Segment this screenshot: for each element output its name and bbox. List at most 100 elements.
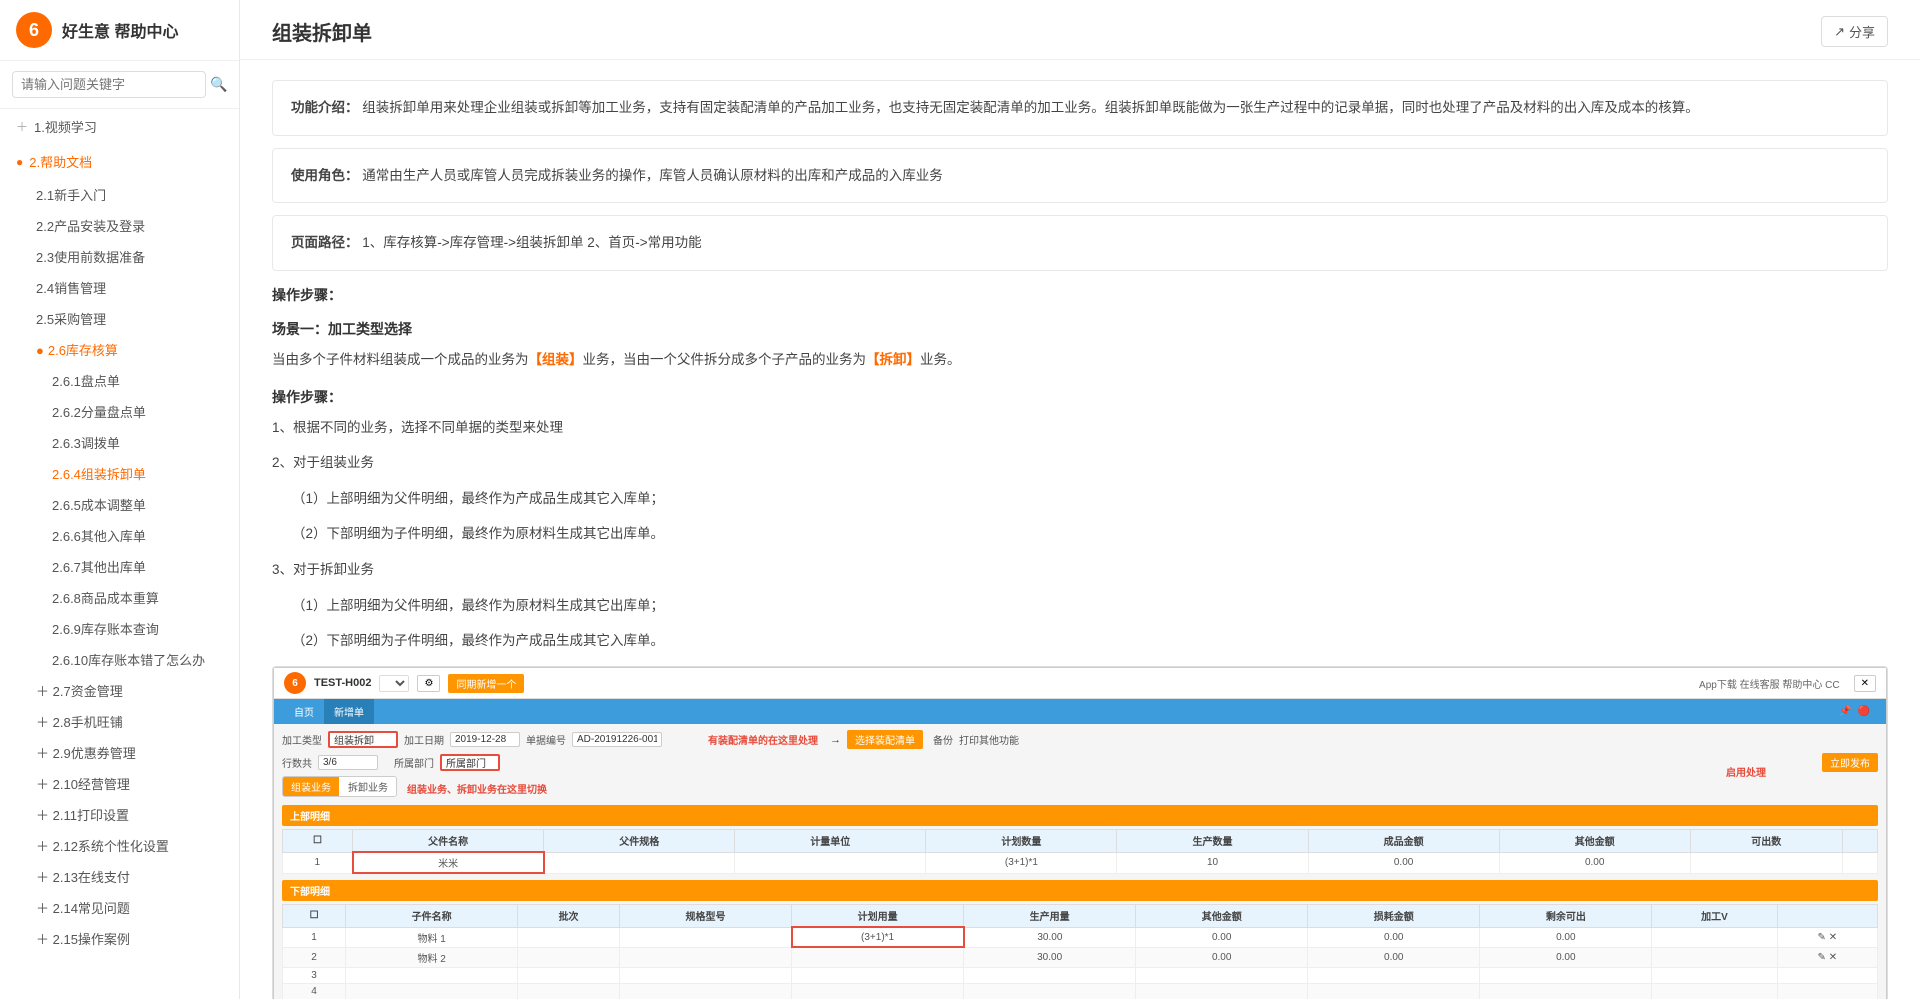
- sidebar-item-2-6-5[interactable]: 2.6.5成本调整单: [0, 489, 239, 520]
- erp-extra2: 打印其他功能: [959, 732, 1019, 747]
- plus-icon-2-12: ＋: [36, 839, 53, 854]
- sidebar-item-2-6-1[interactable]: 2.6.1盘点单: [0, 365, 239, 396]
- sidebar-item-2-6[interactable]: ●2.6库存核算: [0, 334, 239, 365]
- erp-bottom-section: 下部明细 ☐ 子件名称 批次 规格型号 计划用量 生产用量: [282, 880, 1878, 999]
- erp-nav: 自页 新增单 📌 🔴: [274, 699, 1886, 724]
- erp-new-period-btn[interactable]: 同期新增一个: [448, 674, 524, 693]
- erp-topbar-right: App下载 在线客服 帮助中心 CC: [1699, 676, 1840, 691]
- plus-icon-2-8: ＋: [36, 715, 53, 730]
- steps-title: 操作步骤：: [272, 285, 1888, 305]
- search-button[interactable]: 🔍: [210, 76, 227, 93]
- role-text: 通常由生产人员或库管人员完成拆装业务的操作，库管人员确认原材料的出库和产成品的入…: [362, 168, 943, 183]
- erp-td-plan-qty: (3+1)*1: [926, 852, 1117, 873]
- scene1-title: 场景一：加工类型选择: [272, 319, 1888, 339]
- erp-bth-other-amt: 其他金额: [1136, 905, 1308, 928]
- sidebar-item-2-6-8[interactable]: 2.6.8商品成本重算: [0, 582, 239, 613]
- share-icon: ↗: [1834, 24, 1845, 40]
- erp-nav-new[interactable]: 新增单: [324, 699, 374, 724]
- sidebar-item-2-9[interactable]: ＋ 2.9优惠券管理: [0, 737, 239, 768]
- path-text: 1、库存核算->库存管理->组装拆卸单 2、首页->常用功能: [362, 235, 701, 250]
- erp-bth-avail-out: 剩余可出: [1480, 905, 1652, 928]
- app-title: 好生意 帮助中心: [62, 18, 178, 42]
- erp-bth-plan-use: 计划用量: [792, 905, 964, 928]
- erp-dept-input[interactable]: [440, 754, 500, 771]
- erp-th-unit: 计量单位: [735, 830, 926, 853]
- erp-rows-input[interactable]: [318, 755, 378, 770]
- erp-refresh-btn[interactable]: ⚙: [417, 675, 440, 692]
- plus-icon-2-10: ＋: [36, 777, 53, 792]
- sidebar-item-2[interactable]: ● 2.帮助文档: [0, 144, 239, 179]
- erp-bth-prod-use: 生产用量: [964, 905, 1136, 928]
- erp-td-parent-name: 米米: [353, 852, 544, 873]
- share-button[interactable]: ↗ 分享: [1821, 16, 1888, 47]
- step3-2: （2）下部明细为子件明细，最终作为产成品生成其它入库单。: [292, 628, 1888, 654]
- erp-confirm-btn[interactable]: 立即发布: [1822, 753, 1878, 772]
- erp-type-label: 加工类型: [282, 732, 322, 747]
- nav-section: ＋ 1.视频学习 ● 2.帮助文档 2.1新手入门 2.2产品安装及登录 2.3…: [0, 109, 239, 954]
- sidebar-item-2-2[interactable]: 2.2产品安装及登录: [0, 210, 239, 241]
- sidebar-item-2-6-6[interactable]: 2.6.6其他入库单: [0, 520, 239, 551]
- erp-segment-row: 组装业务 拆卸业务 组装业务、拆卸业务在这里切换: [282, 776, 1878, 801]
- sidebar-item-2-5[interactable]: 2.5采购管理: [0, 303, 239, 334]
- erp-company-select[interactable]: [379, 675, 409, 692]
- function-intro-block: 功能介绍： 组装拆卸单用来处理企业组装或拆卸等加工业务，支持有固定装配清单的产品…: [272, 80, 1888, 136]
- sidebar-item-2-6-10[interactable]: 2.6.10库存账本错了怎么办: [0, 644, 239, 675]
- sidebar-item-2-14[interactable]: ＋ 2.14常见问题: [0, 892, 239, 923]
- erp-segment-disassemble[interactable]: 拆卸业务: [340, 777, 396, 796]
- plus-icon-2-15: ＋: [36, 932, 53, 947]
- erp-td-avail-out: [1690, 852, 1842, 873]
- search-input[interactable]: [12, 71, 206, 98]
- erp-td-prod-qty: 10: [1117, 852, 1308, 873]
- sidebar-item-2-6-4[interactable]: 2.6.4组装拆卸单: [0, 458, 239, 489]
- path-block: 页面路径： 1、库存核算->库存管理->组装拆卸单 2、首页->常用功能: [272, 215, 1888, 271]
- sidebar-item-2-4[interactable]: 2.4销售管理: [0, 272, 239, 303]
- erp-close-btn[interactable]: ✕: [1854, 675, 1876, 692]
- erp-extra1: 备份: [933, 732, 953, 747]
- sidebar-item-2-6-9[interactable]: 2.6.9库存账本查询: [0, 613, 239, 644]
- sidebar-item-2-7[interactable]: ＋ 2.7资金管理: [0, 675, 239, 706]
- sidebar: 6 好生意 帮助中心 🔍 ＋ 1.视频学习 ● 2.帮助文档 2.1新手入门 2…: [0, 0, 240, 999]
- erp-bottom-row-2: 2 物料 2 30.00 0.00 0.00 0.00: [283, 947, 1878, 967]
- erp-bth-spec: 规格型号: [619, 905, 791, 928]
- function-intro-label: 功能介绍：: [291, 100, 359, 115]
- erp-form-row-1: 加工类型 加工日期 单据编号 有装配清单的在这里处理 → 选择装配清单 备份 打…: [282, 730, 1878, 749]
- step3-details: （1）上部明细为父件明细，最终作为原材料生成其它出库单； （2）下部明细为子件明…: [272, 593, 1888, 654]
- erp-td-unit: [735, 852, 926, 873]
- erp-nav-home[interactable]: 自页: [284, 699, 324, 724]
- erp-doc-label: 单据编号: [526, 732, 566, 747]
- erp-type-input[interactable]: [328, 731, 398, 748]
- erp-arrow-right: →: [830, 734, 841, 746]
- erp-top-table: ☐ 父件名称 父件规格 计量单位 计划数量 生产数量 成品金额 其他金额 可出数: [282, 829, 1878, 874]
- erp-th-parent-spec: 父件规格: [544, 830, 735, 853]
- sidebar-item-2-6-2[interactable]: 2.6.2分量盘点单: [0, 396, 239, 427]
- erp-th-prod-amt: 成品金额: [1308, 830, 1499, 853]
- sidebar-item-2-6-7[interactable]: 2.6.7其他出库单: [0, 551, 239, 582]
- sidebar-item-2-13[interactable]: ＋ 2.13在线支付: [0, 861, 239, 892]
- plus-icon-2-11: ＋: [36, 808, 53, 823]
- erp-segment-assemble[interactable]: 组装业务: [283, 777, 339, 796]
- sidebar-item-2-12[interactable]: ＋ 2.12系统个性化设置: [0, 830, 239, 861]
- erp-nav-icon-2: 🔴: [1858, 706, 1870, 717]
- sidebar-item-2-10[interactable]: ＋ 2.10经营管理: [0, 768, 239, 799]
- erp-bottom-row-1: 1 物料 1 (3+1)*1 30.00 0.00 0.00 0.00: [283, 927, 1878, 947]
- erp-bom-btn[interactable]: 选择装配清单: [847, 730, 923, 749]
- sidebar-item-1[interactable]: ＋ 1.视频学习: [0, 109, 239, 144]
- plus-icon: ＋: [16, 118, 28, 135]
- erp-doc-input[interactable]: [572, 732, 662, 747]
- sidebar-item-2-3[interactable]: 2.3使用前数据准备: [0, 241, 239, 272]
- erp-td-parent-spec: [544, 852, 735, 873]
- main-content: 组装拆卸单 ↗ 分享 功能介绍： 组装拆卸单用来处理企业组装或拆卸等加工业务，支…: [240, 0, 1920, 999]
- erp-bottom-row-3: 3: [283, 967, 1878, 983]
- sidebar-item-2-1[interactable]: 2.1新手入门: [0, 179, 239, 210]
- sidebar-item-2-15[interactable]: ＋ 2.15操作案例: [0, 923, 239, 954]
- sidebar-item-2-8[interactable]: ＋ 2.8手机旺铺: [0, 706, 239, 737]
- erp-bth-child-name: 子件名称: [346, 905, 518, 928]
- sidebar-item-2-6-3[interactable]: 2.6.3调拨单: [0, 427, 239, 458]
- main-header: 组装拆卸单 ↗ 分享: [240, 0, 1920, 60]
- erp-td-other-amt: 0.00: [1499, 852, 1690, 873]
- sidebar-item-2-11[interactable]: ＋ 2.11打印设置: [0, 799, 239, 830]
- erp-logo: 6: [284, 672, 306, 694]
- erp-date-input[interactable]: [450, 732, 520, 747]
- erp-top-table-row-1: 1 米米 (3+1)*1 10 0.00 0.00: [283, 852, 1878, 873]
- step2-2: （2）下部明细为子件明细，最终作为原材料生成其它出库单。: [292, 521, 1888, 547]
